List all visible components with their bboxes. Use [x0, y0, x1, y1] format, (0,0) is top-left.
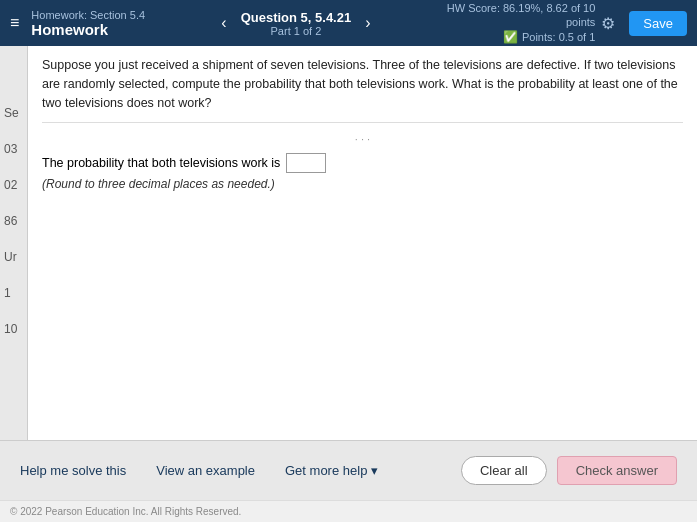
- clear-all-button[interactable]: Clear all: [461, 456, 547, 485]
- question-info: Question 5, 5.4.21 Part 1 of 2: [241, 10, 352, 37]
- copyright-text: © 2022 Pearson Education Inc. All Rights…: [10, 506, 241, 517]
- header-center: ‹ Question 5, 5.4.21 Part 1 of 2 ›: [145, 10, 447, 37]
- sidebar-item: Ur: [4, 250, 27, 264]
- question-text: Suppose you just received a shipment of …: [42, 56, 683, 123]
- answer-row: The probability that both televisions wo…: [42, 153, 683, 173]
- round-note: (Round to three decimal places as needed…: [42, 177, 683, 191]
- points-label: Points: 0.5 of 1: [522, 31, 595, 43]
- help-solve-link[interactable]: Help me solve this: [20, 463, 126, 478]
- footer: © 2022 Pearson Education Inc. All Rights…: [0, 500, 697, 522]
- header-right: HW Score: 86.19%, 8.62 of 10 points ✅ Po…: [447, 2, 596, 44]
- header: ≡ Homework: Section 5.4 Homework ‹ Quest…: [0, 0, 697, 46]
- hw-score: HW Score: 86.19%, 8.62 of 10: [447, 2, 596, 14]
- check-icon: ✅: [503, 30, 518, 44]
- dots-row: · · ·: [42, 133, 683, 145]
- view-example-link[interactable]: View an example: [156, 463, 255, 478]
- hamburger-icon[interactable]: ≡: [10, 14, 19, 32]
- answer-input[interactable]: [286, 153, 326, 173]
- save-button[interactable]: Save: [629, 11, 687, 36]
- bottom-bar: Help me solve this View an example Get m…: [0, 440, 697, 500]
- sidebar-item: Se: [4, 106, 27, 120]
- prev-question-button[interactable]: ‹: [215, 12, 232, 34]
- sidebar-item: 03: [4, 142, 27, 156]
- sidebar-item: 02: [4, 178, 27, 192]
- content-area: Suppose you just received a shipment of …: [28, 46, 697, 440]
- next-question-button[interactable]: ›: [359, 12, 376, 34]
- check-answer-button[interactable]: Check answer: [557, 456, 677, 485]
- sidebar-item: 1: [4, 286, 27, 300]
- get-more-help-link[interactable]: Get more help ▾: [285, 463, 378, 478]
- sidebar: Se 03 02 86 Ur 1 10: [0, 46, 28, 440]
- bottom-right: Clear all Check answer: [461, 456, 677, 485]
- answer-label: The probability that both televisions wo…: [42, 156, 280, 170]
- breadcrumb: Homework: Section 5.4: [31, 9, 145, 21]
- gear-icon[interactable]: ⚙: [601, 14, 615, 33]
- question-title: Question 5, 5.4.21: [241, 10, 352, 25]
- header-left: Homework: Section 5.4 Homework: [31, 9, 145, 38]
- question-sub: Part 1 of 2: [241, 25, 352, 37]
- sidebar-item: 86: [4, 214, 27, 228]
- hw-score-sub: points: [566, 16, 595, 28]
- page-title: Homework: [31, 21, 145, 38]
- sidebar-item: 10: [4, 322, 27, 336]
- main-area: Se 03 02 86 Ur 1 10 Suppose you just rec…: [0, 46, 697, 440]
- points-row: ✅ Points: 0.5 of 1: [503, 30, 595, 44]
